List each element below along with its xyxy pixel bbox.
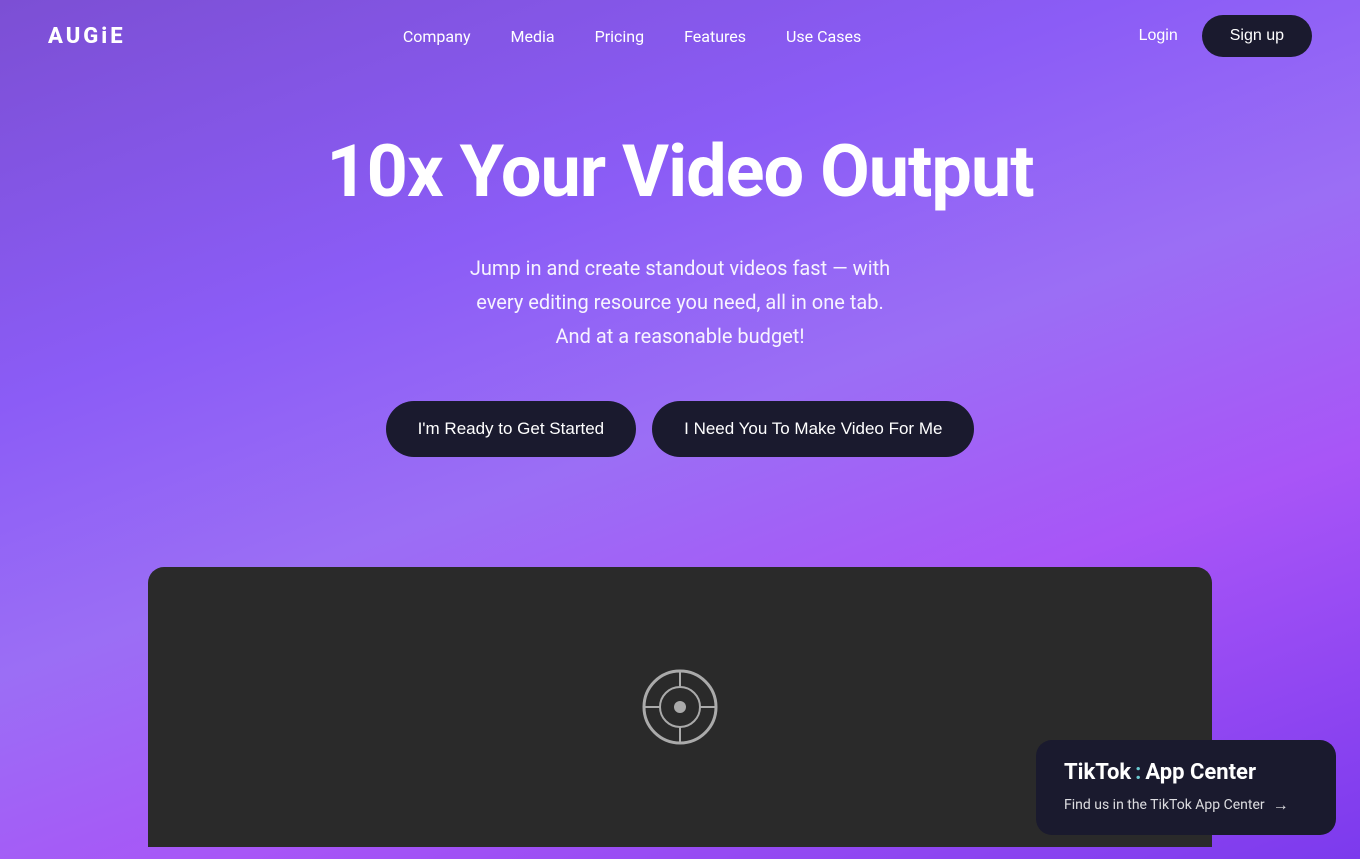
tiktok-app-center-label: App Center	[1145, 760, 1256, 785]
arrow-right-icon: →	[1273, 795, 1289, 815]
tiktok-colon: :	[1135, 760, 1141, 785]
nav-link-pricing[interactable]: Pricing	[595, 27, 645, 46]
hero-buttons: I'm Ready to Get Started I Need You To M…	[20, 401, 1340, 457]
make-video-button[interactable]: I Need You To Make Video For Me	[652, 401, 974, 457]
nav-links: Company Media Pricing Features Use Cases	[403, 27, 861, 46]
tiktok-badge[interactable]: TikTok: App Center Find us in the TikTok…	[1036, 740, 1336, 835]
tiktok-brand: TikTok	[1064, 760, 1131, 785]
logo[interactable]: AUGiE	[48, 24, 126, 49]
nav-actions: Login Sign up	[1139, 15, 1312, 57]
tiktok-header: TikTok: App Center	[1064, 760, 1308, 785]
tiktok-find-us-text: Find us in the TikTok App Center	[1064, 797, 1265, 813]
hero-title: 10x Your Video Output	[20, 132, 1340, 211]
nav-link-use-cases[interactable]: Use Cases	[786, 27, 861, 46]
tiktok-find-us-link[interactable]: Find us in the TikTok App Center →	[1064, 795, 1308, 815]
navbar: AUGiE Company Media Pricing Features Use…	[0, 0, 1360, 72]
hero-section: 10x Your Video Output Jump in and create…	[0, 72, 1360, 567]
nav-link-media[interactable]: Media	[511, 27, 555, 46]
signup-button[interactable]: Sign up	[1202, 15, 1312, 57]
nav-link-features[interactable]: Features	[684, 27, 746, 46]
video-play-icon	[640, 667, 720, 747]
get-started-button[interactable]: I'm Ready to Get Started	[386, 401, 637, 457]
login-button[interactable]: Login	[1139, 27, 1178, 45]
nav-link-company[interactable]: Company	[403, 27, 471, 46]
hero-subtitle: Jump in and create standout videos fast …	[20, 251, 1340, 353]
